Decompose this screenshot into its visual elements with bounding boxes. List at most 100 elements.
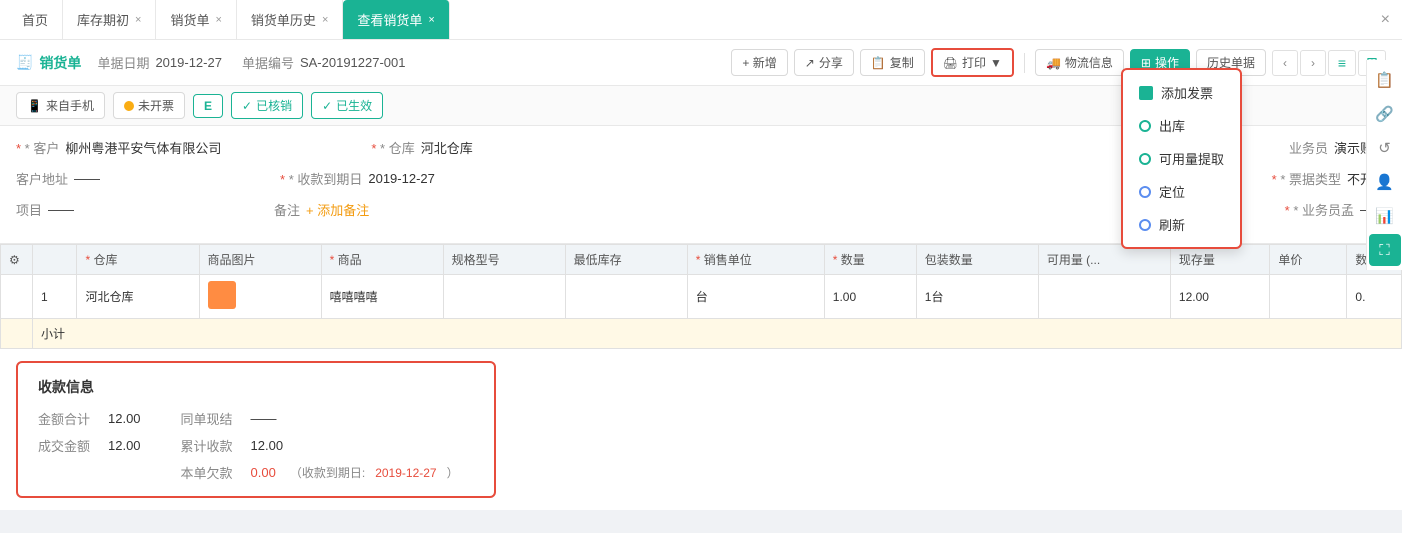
share-button[interactable]: ↗ 分享 [794, 49, 854, 76]
due-date-field: * 收款到期日 2019-12-27 [280, 169, 435, 188]
row-sales-unit: 台 [687, 275, 824, 319]
toolbar: + 新增 ↗ 分享 📋 复制 🖨 打印 ▼ 🚚 物流信息 [731, 48, 1386, 77]
print-icon: 🖨 [943, 56, 958, 70]
share-icon: ↗ [805, 56, 815, 70]
close-tab-inventory[interactable]: × [135, 14, 141, 26]
note-field: 备注 + 添加备注 [274, 200, 369, 219]
add-invoice-item[interactable]: 添加发票 [1123, 76, 1240, 109]
doc-title-text: 销货单 [39, 53, 81, 73]
from-mobile-button[interactable]: 📱 来自手机 [16, 92, 105, 119]
copy-button[interactable]: 📋 复制 [860, 49, 925, 76]
product-image [208, 281, 236, 309]
sidebar-icon-1[interactable]: 📋 [1369, 64, 1401, 96]
available-qty-icon [1139, 153, 1151, 165]
warehouse-value: 河北仓库 [421, 138, 473, 157]
close-tab-history[interactable]: × [322, 14, 328, 26]
row-quantity: 1.00 [824, 275, 916, 319]
payment-title: 收款信息 [38, 377, 474, 397]
row-warehouse: 河北仓库 [77, 275, 199, 319]
col-min-stock: 最低库存 [565, 245, 687, 275]
payment-info: 收款信息 金额合计 12.00 成交金额 12.00 [16, 361, 496, 498]
mobile-icon: 📱 [27, 99, 42, 113]
due-payment-row: 本单欠款 0.00 （收款到期日: 2019-12-27 ） [181, 463, 459, 482]
tab-view-sales[interactable]: 查看销货单 × [343, 0, 449, 39]
row-pack-qty: 1台 [916, 275, 1038, 319]
refresh-item[interactable]: 刷新 [1123, 208, 1240, 241]
doc-no-field: 单据编号 SA-20191227-001 [242, 53, 406, 72]
print-button[interactable]: 🖨 打印 ▼ [931, 48, 1014, 77]
cumulative-payment-row: 累计收款 12.00 [181, 436, 459, 455]
not-open-button[interactable]: 未开票 [113, 92, 185, 119]
outbound-item[interactable]: 出库 [1123, 109, 1240, 142]
col-gear: ⚙ [1, 245, 33, 275]
items-table: ⚙ * 仓库 商品图片 * 商品 规格型号 最低库存 * 销售单位 * 数量 包… [0, 244, 1402, 349]
add-note-button[interactable]: + 添加备注 [306, 200, 369, 219]
add-invoice-icon [1139, 86, 1153, 100]
doc-title: 🧾 销货单 [16, 53, 81, 73]
tab-sales-history[interactable]: 销货单历史 × [237, 0, 343, 39]
customer-field: * 客户 柳州粤港平安气体有限公司 [16, 138, 221, 157]
col-available: 可用量 (... [1038, 245, 1170, 275]
not-open-indicator [124, 101, 134, 111]
subtotal-label: 小计 [33, 319, 1402, 349]
logistics-icon: 🚚 [1046, 56, 1061, 70]
col-warehouse: * 仓库 [77, 245, 199, 275]
operation-dropdown: 添加发票 出库 可用量提取 定位 刷新 [1121, 68, 1242, 249]
sidebar-icon-3[interactable]: ↺ [1369, 132, 1401, 164]
row-stock: 12.00 [1170, 275, 1270, 319]
row-spec [443, 275, 565, 319]
doc-icon: 🧾 [16, 54, 33, 71]
project-value: —— [48, 202, 74, 217]
sidebar-icon-expand[interactable]: ⛶ [1369, 234, 1401, 266]
e-button[interactable]: E [193, 94, 223, 118]
locate-item[interactable]: 定位 [1123, 175, 1240, 208]
tab-sales-order[interactable]: 销货单 × [156, 0, 236, 39]
sidebar-icon-5[interactable]: 📊 [1369, 200, 1401, 232]
copy-icon: 📋 [871, 56, 886, 70]
table-row: 1 河北仓库 嘻嘻嘻嘻 台 1.00 1台 12.00 [1, 275, 1402, 319]
warehouse-field: * 仓库 河北仓库 [371, 138, 472, 157]
col-product-img: 商品图片 [199, 245, 321, 275]
bottom-panel: 收款信息 金额合计 12.00 成交金额 12.00 [0, 349, 1402, 510]
col-stock: 现存量 [1170, 245, 1270, 275]
close-tab-sales[interactable]: × [215, 14, 221, 26]
payment-col-left: 金额合计 12.00 成交金额 12.00 [38, 409, 141, 482]
available-qty-item[interactable]: 可用量提取 [1123, 142, 1240, 175]
tab-home[interactable]: 首页 [8, 0, 63, 39]
col-index [33, 245, 77, 275]
col-unit-price: 单价 [1270, 245, 1347, 275]
next-button[interactable]: › [1300, 50, 1326, 76]
locate-icon [1139, 186, 1151, 198]
subtotal-row: 小计 [1, 319, 1402, 349]
row-index: 1 [33, 275, 77, 319]
payment-col-right: 同单现结 —— 累计收款 12.00 本单欠款 0.00 （收款到期日: 201… [181, 409, 459, 482]
same-order-settle-row: 同单现结 —— [181, 409, 459, 428]
separator-1 [1024, 53, 1025, 73]
address-field: 客户地址 —— [16, 169, 100, 188]
doc-date-value: 2019-12-27 [155, 55, 222, 70]
col-sales-unit: * 销售单位 [687, 245, 824, 275]
prev-button[interactable]: ‹ [1272, 50, 1298, 76]
doc-meta: 单据日期 2019-12-27 单据编号 SA-20191227-001 [97, 53, 715, 72]
address-value: —— [74, 171, 100, 186]
col-spec: 规格型号 [443, 245, 565, 275]
sidebar-icon-2[interactable]: 🔗 [1369, 98, 1401, 130]
total-amount-row: 金额合计 12.00 [38, 409, 141, 428]
close-tab-view[interactable]: × [428, 14, 434, 26]
col-pack-qty: 包装数量 [916, 245, 1038, 275]
col-product: * 商品 [321, 245, 443, 275]
row-unit-price [1270, 275, 1347, 319]
payment-rows: 金额合计 12.00 成交金额 12.00 同单现结 —— [38, 409, 474, 482]
table-container: ⚙ * 仓库 商品图片 * 商品 规格型号 最低库存 * 销售单位 * 数量 包… [0, 244, 1402, 349]
logistics-button[interactable]: 🚚 物流信息 [1035, 49, 1124, 76]
row-min-stock [565, 275, 687, 319]
add-button[interactable]: + 新增 [731, 49, 787, 76]
close-all-button[interactable]: × [1381, 11, 1390, 29]
doc-no-value: SA-20191227-001 [300, 55, 406, 70]
row-gear [1, 275, 33, 319]
list-view-button[interactable]: ≡ [1328, 50, 1356, 76]
effective-button[interactable]: ✓ 已生效 [311, 92, 383, 119]
cancelled-button[interactable]: ✓ 已核销 [231, 92, 303, 119]
sidebar-icon-4[interactable]: 👤 [1369, 166, 1401, 198]
tab-inventory-init[interactable]: 库存期初 × [63, 0, 156, 39]
